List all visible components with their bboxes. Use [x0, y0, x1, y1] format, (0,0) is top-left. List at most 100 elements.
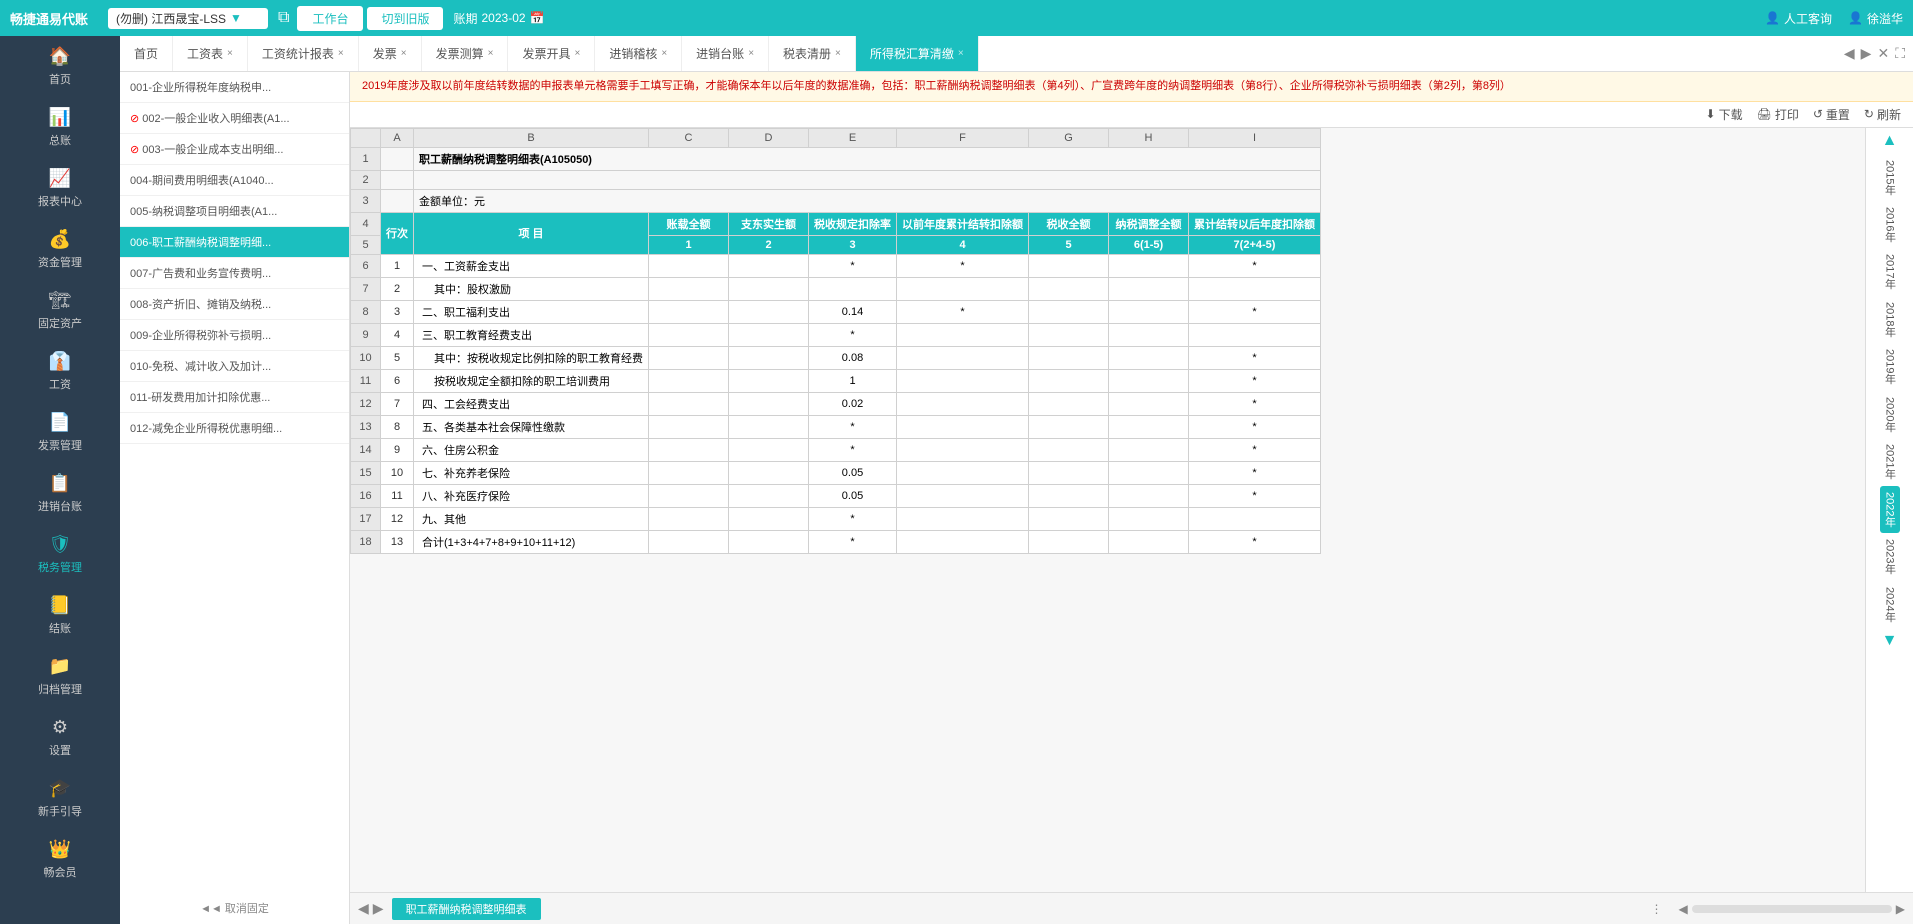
cell-8-xm[interactable]: 二、职工福利支出: [414, 300, 649, 323]
more-options-icon[interactable]: ⋮: [1651, 902, 1663, 916]
cell-15-e[interactable]: 0.05: [809, 461, 897, 484]
cell-15-xm[interactable]: 七、补充养老保险: [414, 461, 649, 484]
cell-7-i[interactable]: [1189, 277, 1321, 300]
cell-10-f[interactable]: [897, 346, 1029, 369]
tab-close-salary-report[interactable]: ×: [338, 48, 344, 59]
cell-12-d[interactable]: [729, 392, 809, 415]
cell-18-e[interactable]: *: [809, 530, 897, 553]
cell-6-d[interactable]: [729, 254, 809, 277]
cell-7-xm[interactable]: 其中：股权激励: [414, 277, 649, 300]
cell-15-d[interactable]: [729, 461, 809, 484]
year-2017[interactable]: 2017年: [1880, 248, 1900, 295]
tab-invoice[interactable]: 发票 ×: [359, 36, 422, 72]
cell-18-i[interactable]: *: [1189, 530, 1321, 553]
cell-6-f[interactable]: *: [897, 254, 1029, 277]
cell-14-e[interactable]: *: [809, 438, 897, 461]
sidebar-item-assets[interactable]: 🏗 固定资产: [0, 280, 120, 341]
cell-17-d[interactable]: [729, 507, 809, 530]
doc-item-006[interactable]: 006-职工薪酬纳税调整明细...: [120, 227, 349, 258]
cell-15-c[interactable]: [649, 461, 729, 484]
cell-10-i[interactable]: *: [1189, 346, 1321, 369]
cell-14-h[interactable]: [1109, 438, 1189, 461]
cell-9-xm[interactable]: 三、职工教育经费支出: [414, 323, 649, 346]
cell-10-d[interactable]: [729, 346, 809, 369]
cell-15-h[interactable]: [1109, 461, 1189, 484]
cell-17-h[interactable]: [1109, 507, 1189, 530]
cell-14-c[interactable]: [649, 438, 729, 461]
cell-7-d[interactable]: [729, 277, 809, 300]
sidebar-item-finance[interactable]: 💰 资金管理: [0, 219, 120, 280]
cell-18-c[interactable]: [649, 530, 729, 553]
cell-13-c[interactable]: [649, 415, 729, 438]
cell-16-xm[interactable]: 八、补充医疗保险: [414, 484, 649, 507]
cell-7-f[interactable]: [897, 277, 1029, 300]
doc-item-012[interactable]: 012-减免企业所得税优惠明细...: [120, 413, 349, 444]
sidebar-item-salary[interactable]: 👔 工资: [0, 341, 120, 402]
sidebar-item-purchase[interactable]: 📋 进销台账: [0, 463, 120, 524]
cell-12-c[interactable]: [649, 392, 729, 415]
cell-12-f[interactable]: [897, 392, 1029, 415]
print-btn[interactable]: 🖨 打印: [1757, 106, 1799, 123]
tab-invoice-calc[interactable]: 发票测算 ×: [422, 36, 509, 72]
tab-close-invoice-calc[interactable]: ×: [488, 48, 494, 59]
cell-12-i[interactable]: *: [1189, 392, 1321, 415]
cell-16-d[interactable]: [729, 484, 809, 507]
cell-13-h[interactable]: [1109, 415, 1189, 438]
tab-close-salary[interactable]: ×: [227, 48, 233, 59]
cutover-button[interactable]: 切到旧版: [367, 7, 443, 30]
sidebar-item-ledger[interactable]: 📊 总账: [0, 97, 120, 158]
download-btn[interactable]: ⬇ 下载: [1706, 106, 1743, 123]
doc-item-010[interactable]: 010-免税、减计收入及加计...: [120, 351, 349, 382]
tab-purchase-check[interactable]: 进销稽核 ×: [595, 36, 682, 72]
sidebar-item-settings[interactable]: ⚙ 设置: [0, 707, 120, 768]
cell-8-f[interactable]: *: [897, 300, 1029, 323]
cell-6-g[interactable]: [1029, 254, 1109, 277]
cell-12-e[interactable]: 0.02: [809, 392, 897, 415]
year-2015[interactable]: 2015年: [1880, 154, 1900, 201]
cell-13-f[interactable]: [897, 415, 1029, 438]
cell-13-d[interactable]: [729, 415, 809, 438]
cell-13-i[interactable]: *: [1189, 415, 1321, 438]
cell-10-g[interactable]: [1029, 346, 1109, 369]
cell-9-g[interactable]: [1029, 323, 1109, 346]
cell-18-g[interactable]: [1029, 530, 1109, 553]
cell-7-e[interactable]: [809, 277, 897, 300]
cell-11-xm[interactable]: 按税收规定全额扣除的职工培训费用: [414, 369, 649, 392]
cell-11-d[interactable]: [729, 369, 809, 392]
sidebar-item-guide[interactable]: 🎓 新手引导: [0, 768, 120, 829]
cell-6-i[interactable]: *: [1189, 254, 1321, 277]
reset-btn[interactable]: ↺ 重置: [1813, 106, 1850, 123]
cell-10-xm[interactable]: 其中：按税收规定比例扣除的职工教育经费: [414, 346, 649, 369]
cell-6-e[interactable]: *: [809, 254, 897, 277]
year-2019[interactable]: 2019年: [1880, 343, 1900, 390]
cell-9-h[interactable]: [1109, 323, 1189, 346]
cell-7-h[interactable]: [1109, 277, 1189, 300]
service-btn[interactable]: 👤 人工客询: [1765, 10, 1832, 27]
tab-invoice-open[interactable]: 发票开具 ×: [508, 36, 595, 72]
tab-close-invoice-open[interactable]: ×: [574, 48, 580, 59]
horizontal-scrollbar[interactable]: [1692, 905, 1892, 913]
year-2024[interactable]: 2024年: [1880, 581, 1900, 628]
doc-item-011[interactable]: 011-研发费用加计扣除优惠...: [120, 382, 349, 413]
cell-15-g[interactable]: [1029, 461, 1109, 484]
cell-11-g[interactable]: [1029, 369, 1109, 392]
cell-14-f[interactable]: [897, 438, 1029, 461]
tab-purchase-ledger[interactable]: 进销台账 ×: [682, 36, 769, 72]
cell-13-e[interactable]: *: [809, 415, 897, 438]
refresh-btn[interactable]: ↻ 刷新: [1864, 106, 1901, 123]
cell-16-f[interactable]: [897, 484, 1029, 507]
sidebar-item-member[interactable]: 👑 畅会员: [0, 829, 120, 890]
horizontal-scroll-left-icon[interactable]: ◀: [1679, 902, 1688, 916]
year-2016[interactable]: 2016年: [1880, 201, 1900, 248]
cell-16-g[interactable]: [1029, 484, 1109, 507]
doc-item-001[interactable]: 001-企业所得税年度纳税申...: [120, 72, 349, 103]
calendar-icon[interactable]: 📅: [530, 11, 545, 25]
sidebar-item-reports[interactable]: 📈 报表中心: [0, 158, 120, 219]
spreadsheet-scroll[interactable]: A B C D E F G H I: [350, 128, 1865, 893]
cell-18-h[interactable]: [1109, 530, 1189, 553]
doc-item-008[interactable]: 008-资产折旧、摊销及纳税...: [120, 289, 349, 320]
tab-close-tax-forms[interactable]: ×: [835, 48, 841, 59]
cell-9-d[interactable]: [729, 323, 809, 346]
cell-17-g[interactable]: [1029, 507, 1109, 530]
cell-8-e[interactable]: 0.14: [809, 300, 897, 323]
